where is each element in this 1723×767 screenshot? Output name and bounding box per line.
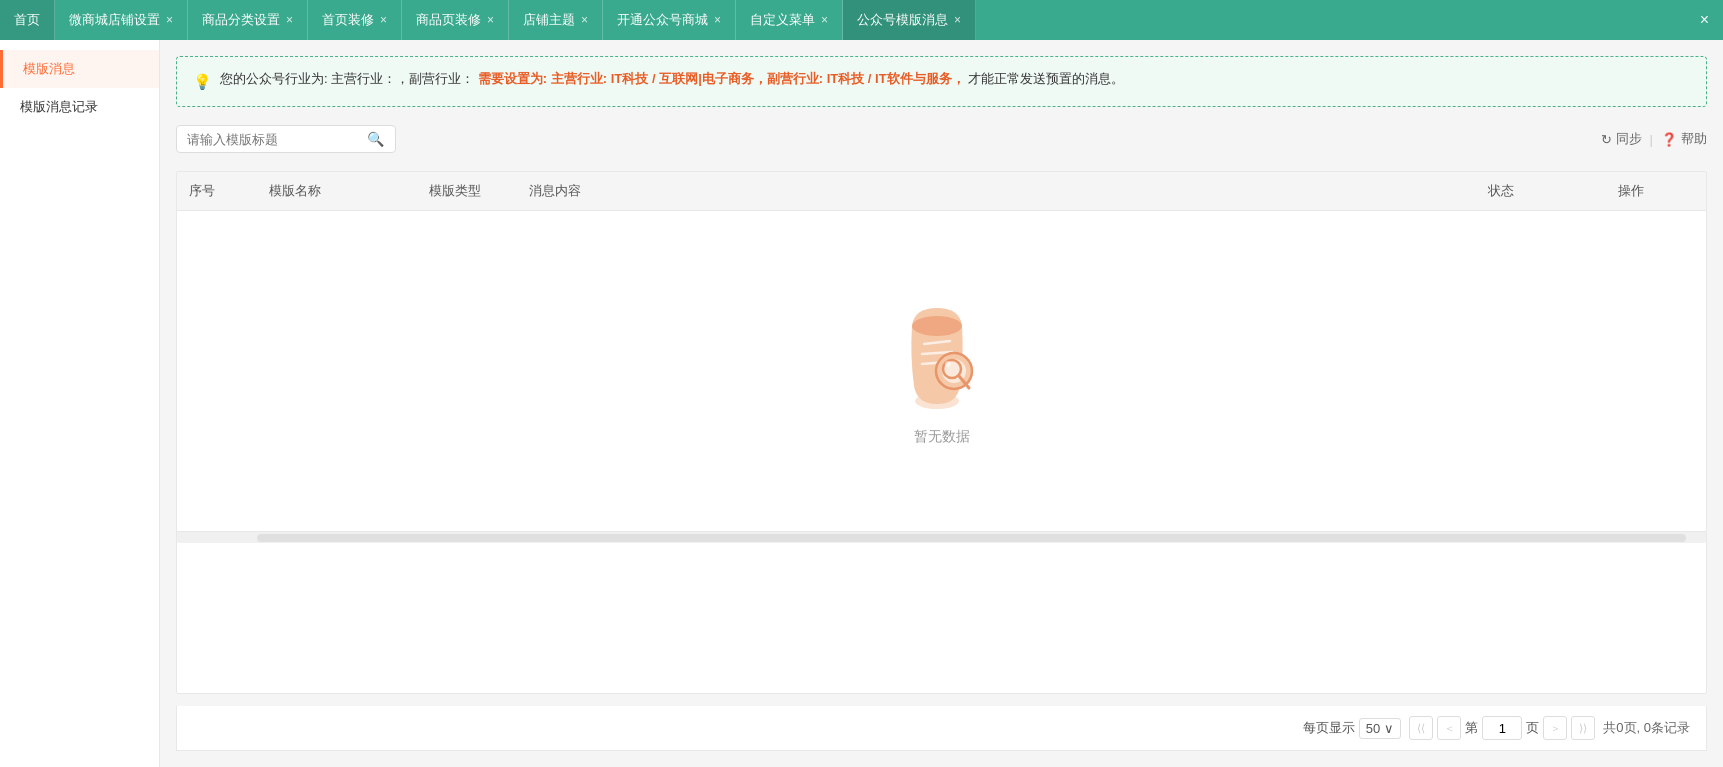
table-header: 序号模版名称模版类型消息内容状态操作: [177, 172, 1706, 211]
first-page-button[interactable]: ⟨⟨: [1409, 716, 1433, 740]
help-button[interactable]: ❓ 帮助: [1661, 130, 1707, 148]
tab-close-template-msg[interactable]: ×: [954, 13, 961, 27]
page-size-value: 50: [1366, 721, 1380, 736]
page-size-select: 每页显示 50 ∨: [1303, 718, 1401, 739]
tab-close-home-decor[interactable]: ×: [380, 13, 387, 27]
tab-category[interactable]: 商品分类设置×: [188, 0, 308, 40]
tab-close-product-decor[interactable]: ×: [487, 13, 494, 27]
pagination: 每页显示 50 ∨ ⟨⟨ ＜ 第 页 ＞ ⟩⟩ 共0页, 0条记录: [176, 706, 1707, 751]
page-total: 共0页, 0条记录: [1603, 719, 1690, 737]
sidebar-item-template-msg[interactable]: 模版消息: [0, 50, 159, 88]
tab-bar: 首页微商城店铺设置×商品分类设置×首页装修×商品页装修×店铺主题×开通公众号商城…: [0, 0, 1723, 40]
table-header-cell: 模版名称: [257, 172, 417, 210]
prev-page-button[interactable]: ＜: [1437, 716, 1461, 740]
table-header-cell: 序号: [177, 172, 257, 210]
table-header-cell: 状态: [1476, 172, 1606, 210]
next-page-button[interactable]: ＞: [1543, 716, 1567, 740]
tab-close-store-theme[interactable]: ×: [581, 13, 588, 27]
sync-label: 同步: [1616, 130, 1642, 148]
tab-product-decor[interactable]: 商品页装修×: [402, 0, 509, 40]
page-size-chevron-icon: ∨: [1384, 721, 1394, 736]
tab-store-theme[interactable]: 店铺主题×: [509, 0, 603, 40]
scrollbar-area[interactable]: [177, 531, 1706, 543]
sync-button[interactable]: ↻ 同步: [1601, 130, 1642, 148]
page-input[interactable]: [1482, 716, 1522, 740]
table-header-cell: 模版类型: [417, 172, 517, 210]
toolbar: 🔍 ↻ 同步 | ❓ 帮助: [176, 119, 1707, 159]
table-container: 序号模版名称模版类型消息内容状态操作: [176, 171, 1707, 694]
search-box[interactable]: 🔍: [176, 125, 396, 153]
empty-icon: [882, 296, 1002, 416]
toolbar-right: ↻ 同步 | ❓ 帮助: [1601, 130, 1707, 148]
tab-close-custom-menu[interactable]: ×: [821, 13, 828, 27]
toolbar-divider: |: [1650, 132, 1653, 147]
main-layout: 模版消息模版消息记录 💡 您的公众号行业为: 主营行业：，副营行业： 需要设置为…: [0, 40, 1723, 767]
page-nav: ⟨⟨ ＜ 第 页 ＞ ⟩⟩: [1409, 716, 1595, 740]
table-header-cell: 操作: [1606, 172, 1706, 210]
last-page-button[interactable]: ⟩⟩: [1571, 716, 1595, 740]
sync-icon: ↻: [1601, 132, 1612, 147]
tab-close-open-mall[interactable]: ×: [714, 13, 721, 27]
content-area: 💡 您的公众号行业为: 主营行业：，副营行业： 需要设置为: 主营行业: IT科…: [160, 40, 1723, 767]
notice-highlight: 需要设置为: 主营行业: IT科技 / 互联网|电子商务，副营行业: IT科技 …: [478, 71, 965, 86]
empty-state: 暂无数据: [842, 256, 1042, 486]
notice-box: 💡 您的公众号行业为: 主营行业：，副营行业： 需要设置为: 主营行业: IT科…: [176, 56, 1707, 107]
help-label: 帮助: [1681, 130, 1707, 148]
tab-close-micro-store[interactable]: ×: [166, 13, 173, 27]
search-input[interactable]: [187, 132, 367, 147]
page-end-label: 页: [1526, 719, 1539, 737]
svg-point-1: [912, 316, 962, 336]
tab-close-category[interactable]: ×: [286, 13, 293, 27]
tab-micro-store[interactable]: 微商城店铺设置×: [55, 0, 188, 40]
table-body: 暂无数据: [177, 211, 1706, 531]
sidebar: 模版消息模版消息记录: [0, 40, 160, 767]
global-close-button[interactable]: ×: [1686, 0, 1723, 40]
help-icon: ❓: [1661, 132, 1677, 147]
page-size-dropdown[interactable]: 50 ∨: [1359, 718, 1401, 739]
notice-suffix: 才能正常发送预置的消息。: [968, 71, 1124, 86]
svg-point-9: [945, 361, 951, 367]
tab-home-decor[interactable]: 首页装修×: [308, 0, 402, 40]
notice-prefix: 您的公众号行业为: 主营行业：，副营行业：: [220, 71, 474, 86]
notice-icon: 💡: [193, 70, 212, 94]
page-label: 第: [1465, 719, 1478, 737]
scrollbar-track[interactable]: [257, 534, 1686, 542]
search-button[interactable]: 🔍: [367, 131, 384, 147]
sidebar-item-template-records[interactable]: 模版消息记录: [0, 88, 159, 126]
tab-custom-menu[interactable]: 自定义菜单×: [736, 0, 843, 40]
tab-home[interactable]: 首页: [0, 0, 55, 40]
notice-text: 您的公众号行业为: 主营行业：，副营行业： 需要设置为: 主营行业: IT科技 …: [220, 69, 1124, 90]
tab-template-msg[interactable]: 公众号模版消息×: [843, 0, 976, 40]
tab-open-mall[interactable]: 开通公众号商城×: [603, 0, 736, 40]
table-header-cell: 消息内容: [517, 172, 1476, 210]
page-size-label: 每页显示: [1303, 719, 1355, 737]
empty-text: 暂无数据: [914, 428, 970, 446]
